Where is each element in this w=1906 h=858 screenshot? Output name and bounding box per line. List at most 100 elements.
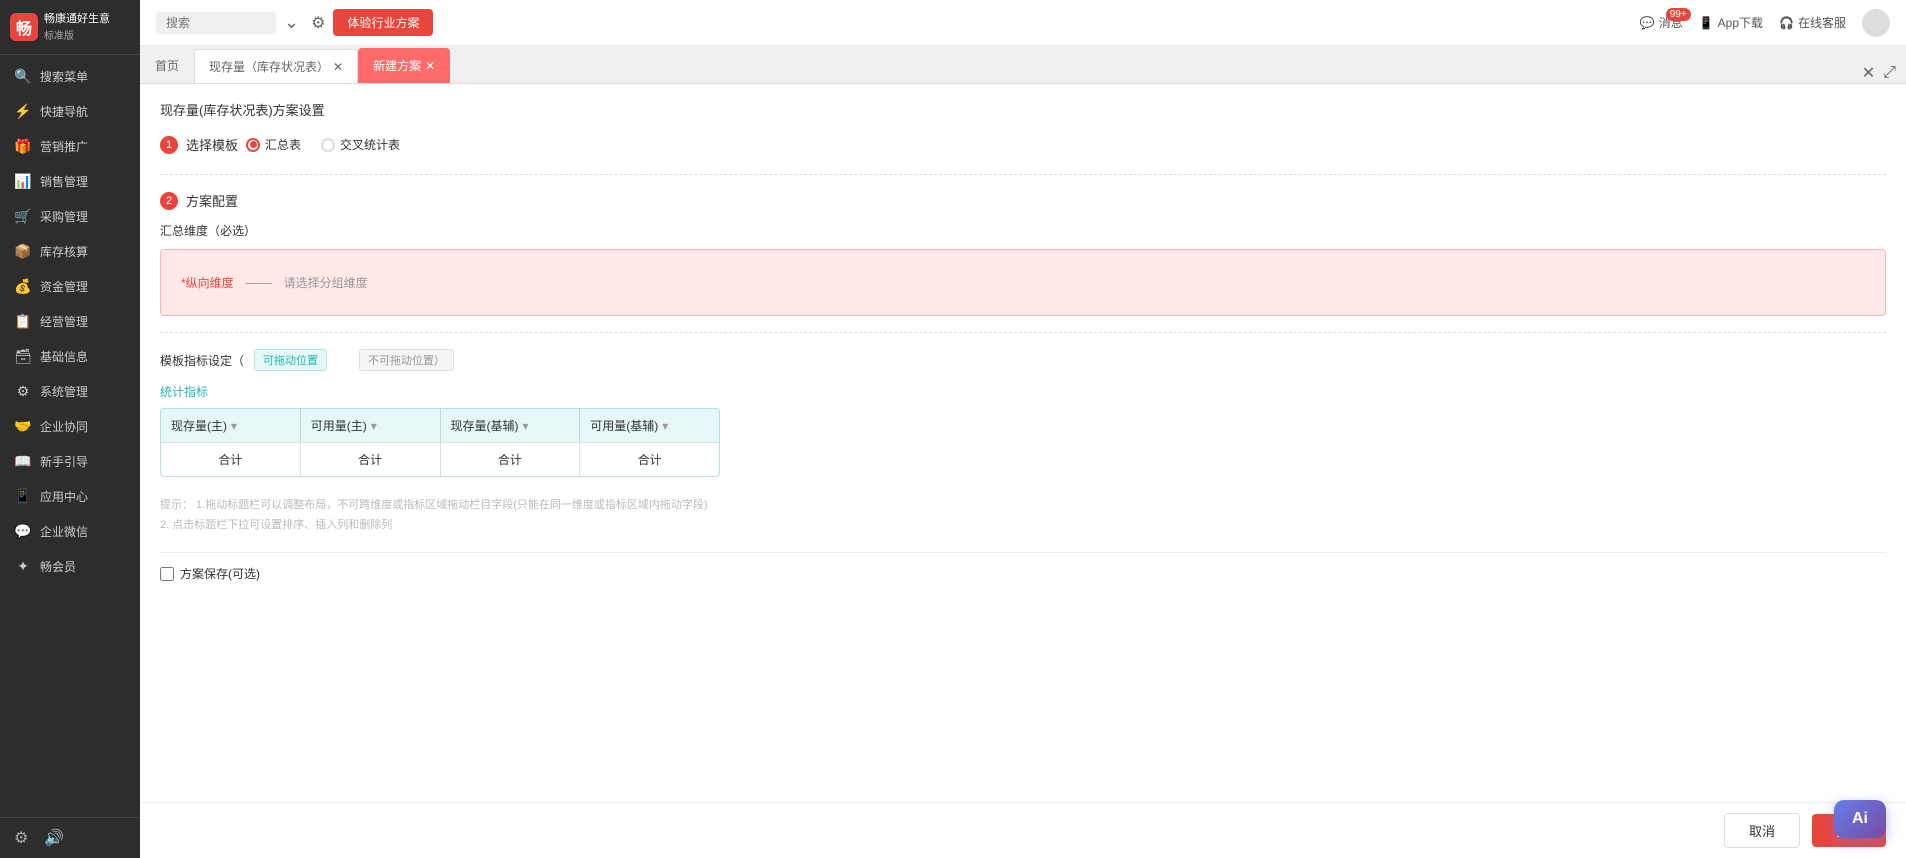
step2-title: 方案配置 (186, 191, 238, 210)
sidebar-item-system[interactable]: ⚙ 系统管理 (0, 374, 140, 409)
finance-icon: 💰 (14, 278, 32, 295)
headphone-icon: 🎧 (1779, 16, 1794, 30)
search-input[interactable] (156, 12, 276, 34)
sidebar-item-member[interactable]: ✦ 畅会员 (0, 549, 140, 584)
step1-badge: 1 (160, 136, 178, 154)
message-button[interactable]: 💬 消息 99+ (1640, 14, 1683, 31)
tab-new-plan-label: 新建方案 (373, 57, 421, 74)
window-close-button[interactable]: ✕ (1862, 63, 1875, 83)
stats-cell-0-2: 合计 (441, 443, 581, 476)
tab-new-plan-close-icon[interactable]: ✕ (425, 59, 435, 73)
tips-section: 提示： 1.拖动标题栏可以调整布局，不可跨维度或指标区域拖动栏目字段(只能在同一… (160, 496, 1886, 532)
radio-cross-label: 交叉统计表 (340, 136, 400, 153)
service-label: 在线客服 (1798, 14, 1846, 31)
app-download-button[interactable]: 📱 App下载 (1699, 14, 1763, 31)
radio-cross[interactable]: 交叉统计表 (321, 136, 400, 153)
volume-icon[interactable]: 🔊 (44, 828, 64, 848)
user-avatar[interactable] (1862, 9, 1890, 37)
divider-2 (160, 332, 1886, 333)
main-container: ⌄ ⚙ 体验行业方案 💬 消息 99+ 📱 App下载 🎧 在线客服 首页 (140, 0, 1906, 858)
sales-icon: 📊 (14, 173, 32, 190)
step2-section: 2 方案配置 汇总维度（必选） *纵向维度 —— 请选择分组维度 模板指标设定（… (160, 191, 1886, 532)
sidebar: 畅 畅康通好生意 标准版 🔍 搜索菜单 ⚡ 快捷导航 🎁 营销推广 📊 销售管理… (0, 0, 140, 858)
step2-badge: 2 (160, 192, 178, 210)
sidebar-label-quick-nav: 快捷导航 (40, 103, 88, 120)
member-icon: ✦ (14, 558, 32, 575)
tabs-bar: 首页 现存量（库存状况表） ✕ 新建方案 ✕ ✕ ⤢ (140, 46, 1906, 84)
sidebar-item-finance[interactable]: 💰 资金管理 (0, 269, 140, 304)
tab-inventory-status[interactable]: 现存量（库存状况表） ✕ (194, 49, 358, 83)
purchase-icon: 🛒 (14, 208, 32, 225)
sidebar-label-marketing: 营销推广 (40, 138, 88, 155)
topbar: ⌄ ⚙ 体验行业方案 💬 消息 99+ 📱 App下载 🎧 在线客服 (140, 0, 1906, 46)
mobile-icon: 📱 (1699, 16, 1714, 30)
step1-header: 1 选择模板 汇总表 交叉统计表 (160, 135, 1886, 154)
col-label-3: 可用量(基辅) (590, 417, 658, 434)
sidebar-label-purchase: 采购管理 (40, 208, 88, 225)
tab-inventory-label: 现存量（库存状况表） (209, 58, 329, 75)
sidebar-item-purchase[interactable]: 🛒 采购管理 (0, 199, 140, 234)
bottom-bar: 取消 查询 (140, 802, 1906, 858)
topbar-dropdown[interactable]: ⌄ (284, 12, 299, 33)
logo-icon: 畅 (10, 13, 38, 41)
sidebar-label-sales: 销售管理 (40, 173, 88, 190)
settings-icon[interactable]: ⚙ (14, 828, 28, 848)
sidebar-item-business[interactable]: 📋 经营管理 (0, 304, 140, 339)
sidebar-item-guide[interactable]: 📖 新手引导 (0, 444, 140, 479)
sidebar-item-app-center[interactable]: 📱 应用中心 (0, 479, 140, 514)
radio-summary-dot (246, 138, 260, 152)
col-dropdown-3[interactable]: ▾ (662, 419, 668, 433)
save-checkbox[interactable] (160, 567, 174, 581)
sidebar-item-inventory[interactable]: 📦 库存核算 (0, 234, 140, 269)
sidebar-item-quick-nav[interactable]: ⚡ 快捷导航 (0, 94, 140, 129)
message-badge: 99+ (1666, 8, 1691, 21)
topbar-gear-icon[interactable]: ⚙ (311, 13, 325, 33)
step1-title: 选择模板 (186, 135, 238, 154)
step1-section: 1 选择模板 汇总表 交叉统计表 (160, 135, 1886, 154)
app-name: 畅康通好生意 (44, 12, 110, 27)
dimension-dash: —— (246, 275, 272, 290)
col-dropdown-1[interactable]: ▾ (371, 419, 377, 433)
sidebar-item-cooperation[interactable]: 🤝 企业协同 (0, 409, 140, 444)
vertical-dimension-label: *纵向维度 (181, 274, 234, 291)
business-icon: 📋 (14, 313, 32, 330)
col-label-2: 现存量(基辅) (451, 417, 519, 434)
content-area: 现存量(库存状况表)方案设置 1 选择模板 汇总表 交叉统计表 (140, 84, 1906, 802)
sidebar-item-wechat[interactable]: 💬 企业微信 (0, 514, 140, 549)
stats-cell-0-3: 合计 (580, 443, 719, 476)
col-label-1: 可用量(主) (311, 417, 367, 434)
radio-summary[interactable]: 汇总表 (246, 136, 301, 153)
basic-info-icon: 🗃 (14, 348, 32, 365)
inventory-icon: 📦 (14, 243, 32, 260)
tab-inventory-close-icon[interactable]: ✕ (333, 60, 343, 74)
step2-header: 2 方案配置 (160, 191, 1886, 210)
sidebar-item-marketing[interactable]: 🎁 营销推广 (0, 129, 140, 164)
cooperation-icon: 🤝 (14, 418, 32, 435)
dimension-section-title: 汇总维度（必选） (160, 222, 1886, 239)
ai-fab-button[interactable]: Ai (1834, 800, 1886, 838)
tip-line-2: 2. 点击标题栏下拉可设置排序、插入列和删除列 (160, 516, 1886, 532)
sidebar-item-sales[interactable]: 📊 销售管理 (0, 164, 140, 199)
stats-table-row-0: 合计 合计 合计 合计 (161, 442, 719, 476)
trial-button[interactable]: 体验行业方案 (333, 9, 433, 36)
indicator-separator (337, 352, 349, 369)
sidebar-item-search-menu[interactable]: 🔍 搜索菜单 (0, 59, 140, 94)
stats-cell-0-1: 合计 (301, 443, 441, 476)
col-dropdown-0[interactable]: ▾ (231, 419, 237, 433)
indicator-setting-label: 模板指标设定（ (160, 352, 244, 369)
window-expand-button[interactable]: ⤢ (1883, 64, 1896, 82)
col-header-2: 现存量(基辅) ▾ (441, 409, 581, 442)
online-service-button[interactable]: 🎧 在线客服 (1779, 14, 1846, 31)
tab-home[interactable]: 首页 (140, 48, 194, 83)
wechat-icon: 💬 (14, 523, 32, 540)
sidebar-label-app-center: 应用中心 (40, 488, 88, 505)
col-header-1: 可用量(主) ▾ (301, 409, 441, 442)
sidebar-label-finance: 资金管理 (40, 278, 88, 295)
dimension-box[interactable]: *纵向维度 —— 请选择分组维度 (160, 249, 1886, 316)
sidebar-menu: 🔍 搜索菜单 ⚡ 快捷导航 🎁 营销推广 📊 销售管理 🛒 采购管理 📦 库存核… (0, 55, 140, 817)
col-dropdown-2[interactable]: ▾ (523, 419, 529, 433)
sidebar-item-basic-info[interactable]: 🗃 基础信息 (0, 339, 140, 374)
cancel-button[interactable]: 取消 (1724, 813, 1800, 848)
tab-new-plan[interactable]: 新建方案 ✕ (358, 48, 450, 83)
sidebar-label-guide: 新手引导 (40, 453, 88, 470)
